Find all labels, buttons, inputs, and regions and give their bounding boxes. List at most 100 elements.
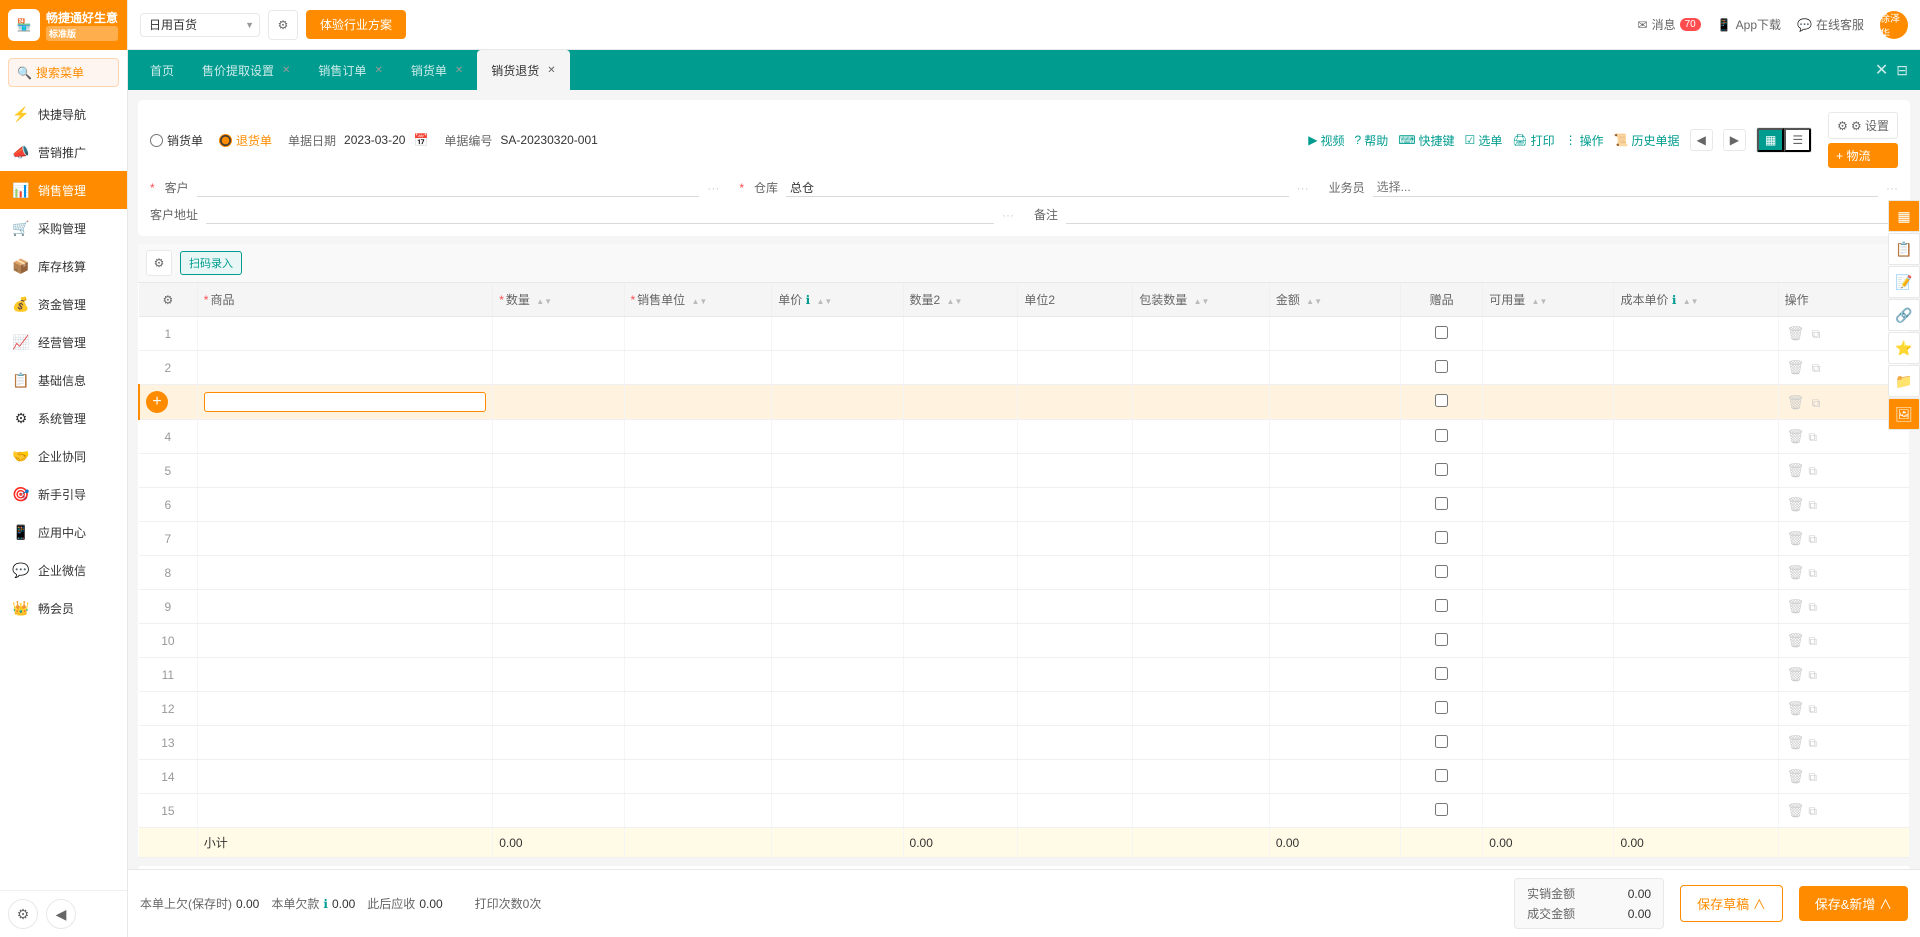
view-grid-button[interactable]: ▦ bbox=[1757, 128, 1784, 152]
amount-cell[interactable] bbox=[1269, 351, 1400, 385]
online-service-button[interactable]: 💬 在线客服 bbox=[1797, 16, 1864, 33]
available-cell[interactable] bbox=[1483, 351, 1614, 385]
delete-row-button[interactable]: 🗑 bbox=[1785, 698, 1807, 719]
unit2-cell[interactable] bbox=[1018, 317, 1133, 351]
sidebar-item-marketing[interactable]: 📣 营销推广 bbox=[0, 133, 127, 171]
sidebar-item-inventory[interactable]: 📦 库存核算 bbox=[0, 247, 127, 285]
quantity-cell[interactable] bbox=[493, 385, 624, 420]
copy-row-button[interactable]: ⧉ bbox=[1806, 632, 1819, 651]
delete-row-button[interactable]: 🗑 bbox=[1785, 494, 1807, 515]
copy-row-button[interactable]: ⧉ bbox=[1806, 598, 1819, 617]
delete-row-button[interactable]: 🗑 bbox=[1785, 800, 1807, 821]
delete-row-button[interactable]: 🗑 bbox=[1785, 426, 1807, 447]
quantity-cell[interactable] bbox=[493, 317, 624, 351]
save-new-button[interactable]: 保存&新增 ∧ bbox=[1799, 886, 1908, 921]
tabbar-expand-button[interactable]: ⊟ bbox=[1892, 58, 1912, 83]
product-cell[interactable] bbox=[197, 317, 492, 351]
sidebar-settings-button[interactable]: ⚙ bbox=[8, 899, 38, 929]
price-cell[interactable] bbox=[772, 317, 903, 351]
toolbar-operation[interactable]: ⋮ 操作 bbox=[1565, 132, 1604, 149]
delete-row-button[interactable]: 🗑 bbox=[1785, 323, 1807, 344]
sidebar-item-purchase[interactable]: 🛒 采购管理 bbox=[0, 209, 127, 247]
toolbar-print[interactable]: 🖨 打印 bbox=[1512, 132, 1554, 149]
gift-checkbox[interactable] bbox=[1435, 463, 1448, 476]
delete-row-button[interactable]: 🗑 bbox=[1785, 732, 1807, 753]
sidebar-item-apps[interactable]: 📱 应用中心 bbox=[0, 513, 127, 551]
pkg-qty-cell[interactable] bbox=[1133, 317, 1270, 351]
delete-row-button[interactable]: 🗑 bbox=[1785, 596, 1807, 617]
qty2-cell[interactable] bbox=[903, 385, 1018, 420]
table-settings-button[interactable]: ⚙ bbox=[146, 250, 172, 276]
search-menu-button[interactable]: 🔍 搜索菜单 bbox=[8, 58, 119, 87]
gift-cell[interactable] bbox=[1401, 317, 1483, 351]
gift-cell[interactable] bbox=[1401, 385, 1483, 420]
product-cell-active[interactable] bbox=[197, 385, 492, 420]
salesperson-input[interactable] bbox=[1373, 178, 1878, 197]
right-float-grid-button[interactable]: ▦ bbox=[1888, 200, 1920, 232]
radio-sale[interactable]: 销货单 bbox=[150, 132, 203, 149]
gift-checkbox[interactable] bbox=[1435, 429, 1448, 442]
gift-checkbox[interactable] bbox=[1435, 565, 1448, 578]
sidebar-item-operations[interactable]: 📈 经营管理 bbox=[0, 323, 127, 361]
sidebar-item-cooperation[interactable]: 🤝 企业协同 bbox=[0, 437, 127, 475]
tab-sales-bill[interactable]: 销货单 ✕ bbox=[397, 50, 477, 90]
gift-checkbox[interactable] bbox=[1435, 735, 1448, 748]
radio-return[interactable]: 退货单 bbox=[219, 132, 272, 149]
gift-checkbox[interactable] bbox=[1435, 633, 1448, 646]
message-button[interactable]: ✉ 消息 70 bbox=[1638, 16, 1701, 33]
toolbar-help[interactable]: ? 帮助 bbox=[1355, 132, 1389, 149]
gift-checkbox[interactable] bbox=[1435, 326, 1448, 339]
settings-form-button[interactable]: ⚙ ⚙ 设置 bbox=[1828, 112, 1898, 139]
copy-row-button[interactable]: ⧉ bbox=[1810, 325, 1823, 344]
add-row-button[interactable]: + bbox=[146, 391, 168, 413]
warehouse-dots[interactable]: ··· bbox=[1297, 181, 1309, 195]
copy-row-button[interactable]: ⧉ bbox=[1806, 530, 1819, 549]
copy-row-button[interactable]: ⧉ bbox=[1810, 359, 1823, 378]
right-float-star-button[interactable]: ⭐ bbox=[1888, 332, 1920, 364]
help-icon-debt[interactable]: ℹ bbox=[323, 897, 328, 911]
right-float-image-button[interactable]: 🖼 bbox=[1888, 398, 1920, 430]
gift-checkbox[interactable] bbox=[1435, 701, 1448, 714]
sidebar-item-finance[interactable]: 💰 资金管理 bbox=[0, 285, 127, 323]
tab-home[interactable]: 首页 bbox=[136, 50, 188, 90]
gift-checkbox[interactable] bbox=[1435, 497, 1448, 510]
topbar-settings-button[interactable]: ⚙ bbox=[268, 10, 298, 40]
cost-price-cell[interactable] bbox=[1614, 351, 1778, 385]
delete-row-button[interactable]: 🗑 bbox=[1785, 460, 1807, 481]
nav-next-button[interactable]: ▶ bbox=[1723, 129, 1746, 151]
gift-checkbox[interactable] bbox=[1435, 599, 1448, 612]
gift-checkbox[interactable] bbox=[1435, 803, 1448, 816]
price-cell[interactable] bbox=[772, 351, 903, 385]
sidebar-item-system[interactable]: ⚙ 系统管理 bbox=[0, 399, 127, 437]
right-float-folder-button[interactable]: 📁 bbox=[1888, 365, 1920, 397]
calendar-icon[interactable]: 📅 bbox=[413, 133, 428, 147]
gift-checkbox[interactable] bbox=[1435, 769, 1448, 782]
quantity-cell[interactable] bbox=[493, 351, 624, 385]
unit2-cell[interactable] bbox=[1018, 385, 1133, 420]
tab-sales-order-close[interactable]: ✕ bbox=[374, 65, 382, 76]
copy-row-button[interactable]: ⧉ bbox=[1806, 734, 1819, 753]
app-download-button[interactable]: 📱 App下载 bbox=[1717, 16, 1781, 33]
address-input[interactable] bbox=[206, 205, 994, 224]
sidebar-item-member[interactable]: 👑 畅会员 bbox=[0, 589, 127, 627]
sidebar-item-wechat[interactable]: 💬 企业微信 bbox=[0, 551, 127, 589]
tab-sales-order[interactable]: 销售订单 ✕ bbox=[304, 50, 396, 90]
cost-price-cell[interactable] bbox=[1614, 385, 1778, 420]
sidebar-item-sales[interactable]: 📊 销售管理 bbox=[0, 171, 127, 209]
gift-checkbox[interactable] bbox=[1435, 394, 1448, 407]
amount-cell[interactable] bbox=[1269, 317, 1400, 351]
copy-row-button[interactable]: ⧉ bbox=[1806, 428, 1819, 447]
gift-cell[interactable] bbox=[1401, 351, 1483, 385]
available-cell[interactable] bbox=[1483, 385, 1614, 420]
delete-row-button[interactable]: 🗑 bbox=[1785, 528, 1807, 549]
tabbar-close-button[interactable]: ✕ bbox=[1871, 56, 1892, 84]
copy-row-button[interactable]: ⧉ bbox=[1806, 462, 1819, 481]
right-float-list-button[interactable]: 📋 bbox=[1888, 233, 1920, 265]
qty2-cell[interactable] bbox=[903, 351, 1018, 385]
right-float-link-button[interactable]: 🔗 bbox=[1888, 299, 1920, 331]
copy-row-button[interactable]: ⧉ bbox=[1806, 666, 1819, 685]
salesperson-dots[interactable]: ··· bbox=[1886, 181, 1898, 195]
save-draft-button[interactable]: 保存草稿 ∧ bbox=[1680, 885, 1783, 922]
copy-row-button[interactable]: ⧉ bbox=[1806, 802, 1819, 821]
cost-price-cell[interactable] bbox=[1614, 317, 1778, 351]
